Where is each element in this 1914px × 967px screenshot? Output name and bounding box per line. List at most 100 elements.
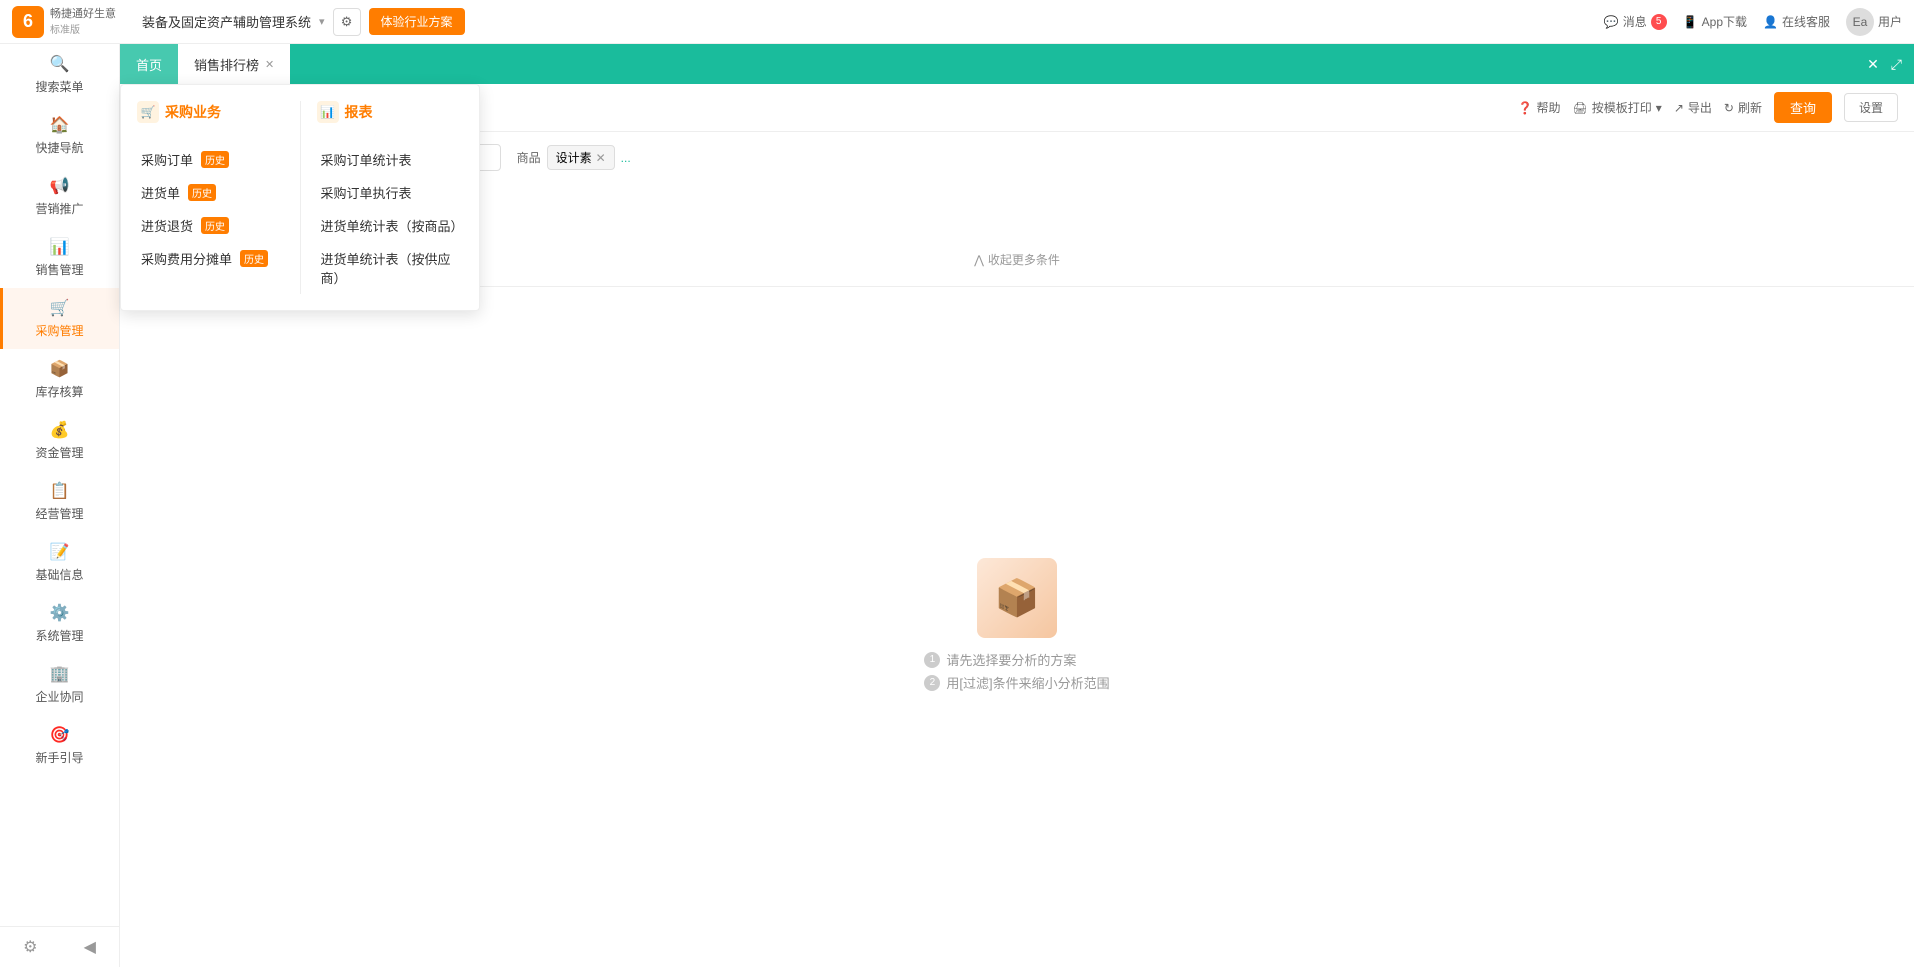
dropdown-item-stock-by-goods[interactable]: 进货单统计表（按商品） xyxy=(317,209,464,242)
operation-icon: 📋 xyxy=(50,481,70,501)
sidebar-label-system: 系统管理 xyxy=(35,627,83,644)
empty-state: 📦 1 请先选择要分析的方案 2 用[过滤]条件来缩小分析范围 xyxy=(120,287,1914,967)
query-btn[interactable]: 查询 xyxy=(1774,92,1832,123)
purchase-dropdown-menu: 🛒 采购业务 采购订单 历史 进货单 历史 进货退货 历史 采购费用分摊单 历史… xyxy=(120,84,480,311)
refresh-icon: ↻ xyxy=(1724,101,1734,115)
header-middle: 装备及固定资产辅助管理系统 ▾ ⚙ 体验行业方案 xyxy=(132,8,1604,36)
purchase-title-text: 采购业务 xyxy=(165,102,221,122)
empty-icon: 📦 xyxy=(977,558,1057,638)
sidebar-label-search: 搜索菜单 xyxy=(35,78,83,95)
notification-badge: 5 xyxy=(1651,14,1667,30)
dropdown-item-purchase-order-stats[interactable]: 采购订单统计表 xyxy=(317,143,464,176)
user-btn[interactable]: Ea 用户 xyxy=(1846,8,1902,36)
purchase-order-exec-label: 采购订单执行表 xyxy=(321,183,412,202)
basic-icon: 📝 xyxy=(50,542,70,562)
sidebar-item-sales[interactable]: 📊 销售管理 xyxy=(0,227,119,288)
marketing-icon: 📢 xyxy=(50,176,70,196)
header-right: 💬 消息 5 📱 App下载 👤 在线客服 Ea 用户 xyxy=(1604,8,1902,36)
settings-btn[interactable]: 设置 xyxy=(1844,93,1898,122)
sidebar-label-marketing: 营销推广 xyxy=(35,200,83,217)
logo-text: 畅捷通好生意 xyxy=(50,7,116,21)
export-icon: ↗ xyxy=(1674,101,1684,115)
inventory-icon: 📦 xyxy=(50,359,70,379)
refresh-label: 刷新 xyxy=(1738,99,1762,116)
goods-filter: 商品 设计素 ✕ ... xyxy=(517,145,631,170)
goods-tag-value: 设计素 xyxy=(556,149,592,166)
print-icon: 🖨 xyxy=(1573,101,1588,115)
col-divider xyxy=(300,101,301,294)
sidebar-item-basic[interactable]: 📝 基础信息 xyxy=(0,532,119,593)
sidebar-label-sales: 销售管理 xyxy=(35,261,83,278)
reports-col-title: 📊 报表 xyxy=(317,101,464,131)
sidebar-item-system[interactable]: ⚙️ 系统管理 xyxy=(0,593,119,654)
return-history-badge: 历史 xyxy=(201,217,229,234)
help-icon: ❓ xyxy=(1518,101,1533,115)
stock-by-supplier-label: 进货单统计表（按供应商） xyxy=(321,249,460,287)
collapse-label: 收起更多条件 xyxy=(988,251,1060,268)
tab-close-all-icon[interactable]: ✕ xyxy=(1863,52,1883,77)
settings-icon[interactable]: ⚙ xyxy=(333,8,361,36)
collapse-icon: ⋀ xyxy=(974,253,984,267)
dropdown-item-stock-by-supplier[interactable]: 进货单统计表（按供应商） xyxy=(317,242,464,294)
tab-maximize-icon[interactable]: ⤢ xyxy=(1887,52,1906,77)
guide-icon: 🎯 xyxy=(50,725,70,745)
goods-more-btn[interactable]: ... xyxy=(621,151,631,165)
logo-text-block: 畅捷通好生意 标准版 xyxy=(50,7,116,36)
tab-sales-rank-label: 销售排行榜 xyxy=(194,55,259,74)
notification-label: 消息 xyxy=(1623,13,1647,30)
top-header: 6 畅捷通好生意 标准版 装备及固定资产辅助管理系统 ▾ ⚙ 体验行业方案 💬 … xyxy=(0,0,1914,44)
dropdown-item-return[interactable]: 进货退货 历史 xyxy=(137,209,284,242)
industry-btn[interactable]: 体验行业方案 xyxy=(369,8,465,35)
sidebar-item-enterprise[interactable]: 🏢 企业协同 xyxy=(0,654,119,715)
print-dropdown-icon: ▾ xyxy=(1656,101,1662,115)
user-avatar: Ea xyxy=(1846,8,1874,36)
sidebar-settings-btn[interactable]: ⚙ xyxy=(23,937,37,957)
tab-home-label: 首页 xyxy=(136,55,162,74)
dropdown-item-expense[interactable]: 采购费用分摊单 历史 xyxy=(137,242,284,275)
tab-home[interactable]: 首页 xyxy=(120,44,178,84)
dropdown-item-stock-in[interactable]: 进货单 历史 xyxy=(137,176,284,209)
tip-item-1: 1 请先选择要分析的方案 xyxy=(924,650,1109,669)
goods-tag-close[interactable]: ✕ xyxy=(596,151,606,165)
tab-sales-rank[interactable]: 销售排行榜 ✕ xyxy=(178,44,290,84)
purchase-col-title: 🛒 采购业务 xyxy=(137,101,284,131)
help-label: 帮助 xyxy=(1537,99,1561,116)
notification-btn[interactable]: 💬 消息 5 xyxy=(1604,13,1667,30)
sidebar-item-inventory[interactable]: 📦 库存核算 xyxy=(0,349,119,410)
sidebar-item-finance[interactable]: 💰 资金管理 xyxy=(0,410,119,471)
export-btn[interactable]: ↗ 导出 xyxy=(1674,99,1712,116)
sidebar-item-guide[interactable]: 🎯 新手引导 xyxy=(0,715,119,776)
purchase-col-icon: 🛒 xyxy=(137,101,159,123)
app-download-btn[interactable]: 📱 App下载 xyxy=(1683,13,1747,30)
sidebar-label-enterprise: 企业协同 xyxy=(35,688,83,705)
sidebar-item-operation[interactable]: 📋 经营管理 xyxy=(0,471,119,532)
print-btn[interactable]: 🖨 按模板打印 ▾ xyxy=(1573,99,1662,116)
purchase-order-history-badge: 历史 xyxy=(201,151,229,168)
print-label: 按模板打印 xyxy=(1592,99,1652,116)
finance-icon: 💰 xyxy=(50,420,70,440)
reports-title-text: 报表 xyxy=(345,102,373,122)
sidebar-item-search[interactable]: 🔍 搜索菜单 xyxy=(0,44,119,105)
enterprise-icon: 🏢 xyxy=(50,664,70,684)
refresh-btn[interactable]: ↻ 刷新 xyxy=(1724,99,1762,116)
system-icon: ⚙️ xyxy=(50,603,70,623)
dropdown-item-purchase-order[interactable]: 采购订单 历史 xyxy=(137,143,284,176)
notification-icon: 💬 xyxy=(1604,15,1619,29)
return-label: 进货退货 xyxy=(141,216,193,235)
dropdown-arrow-icon[interactable]: ▾ xyxy=(319,15,325,28)
service-icon: 👤 xyxy=(1763,15,1778,29)
sidebar-label-finance: 资金管理 xyxy=(35,444,83,461)
tab-close-icon[interactable]: ✕ xyxy=(265,58,274,71)
sidebar: 🔍 搜索菜单 🏠 快捷导航 📢 营销推广 📊 销售管理 🛒 采购管理 📦 库存核… xyxy=(0,44,120,967)
empty-tips: 1 请先选择要分析的方案 2 用[过滤]条件来缩小分析范围 xyxy=(924,650,1109,696)
help-btn[interactable]: ❓ 帮助 xyxy=(1518,99,1561,116)
sidebar-collapse-btn[interactable]: ◀ xyxy=(84,937,96,957)
sidebar-item-quick-nav[interactable]: 🏠 快捷导航 xyxy=(0,105,119,166)
tip-item-2: 2 用[过滤]条件来缩小分析范围 xyxy=(924,673,1109,692)
sidebar-item-purchase[interactable]: 🛒 采购管理 xyxy=(0,288,119,349)
sidebar-item-marketing[interactable]: 📢 营销推广 xyxy=(0,166,119,227)
purchase-col: 🛒 采购业务 采购订单 历史 进货单 历史 进货退货 历史 采购费用分摊单 历史 xyxy=(137,101,284,294)
dropdown-item-purchase-order-exec[interactable]: 采购订单执行表 xyxy=(317,176,464,209)
stock-in-history-badge: 历史 xyxy=(188,184,216,201)
online-service-btn[interactable]: 👤 在线客服 xyxy=(1763,13,1830,30)
